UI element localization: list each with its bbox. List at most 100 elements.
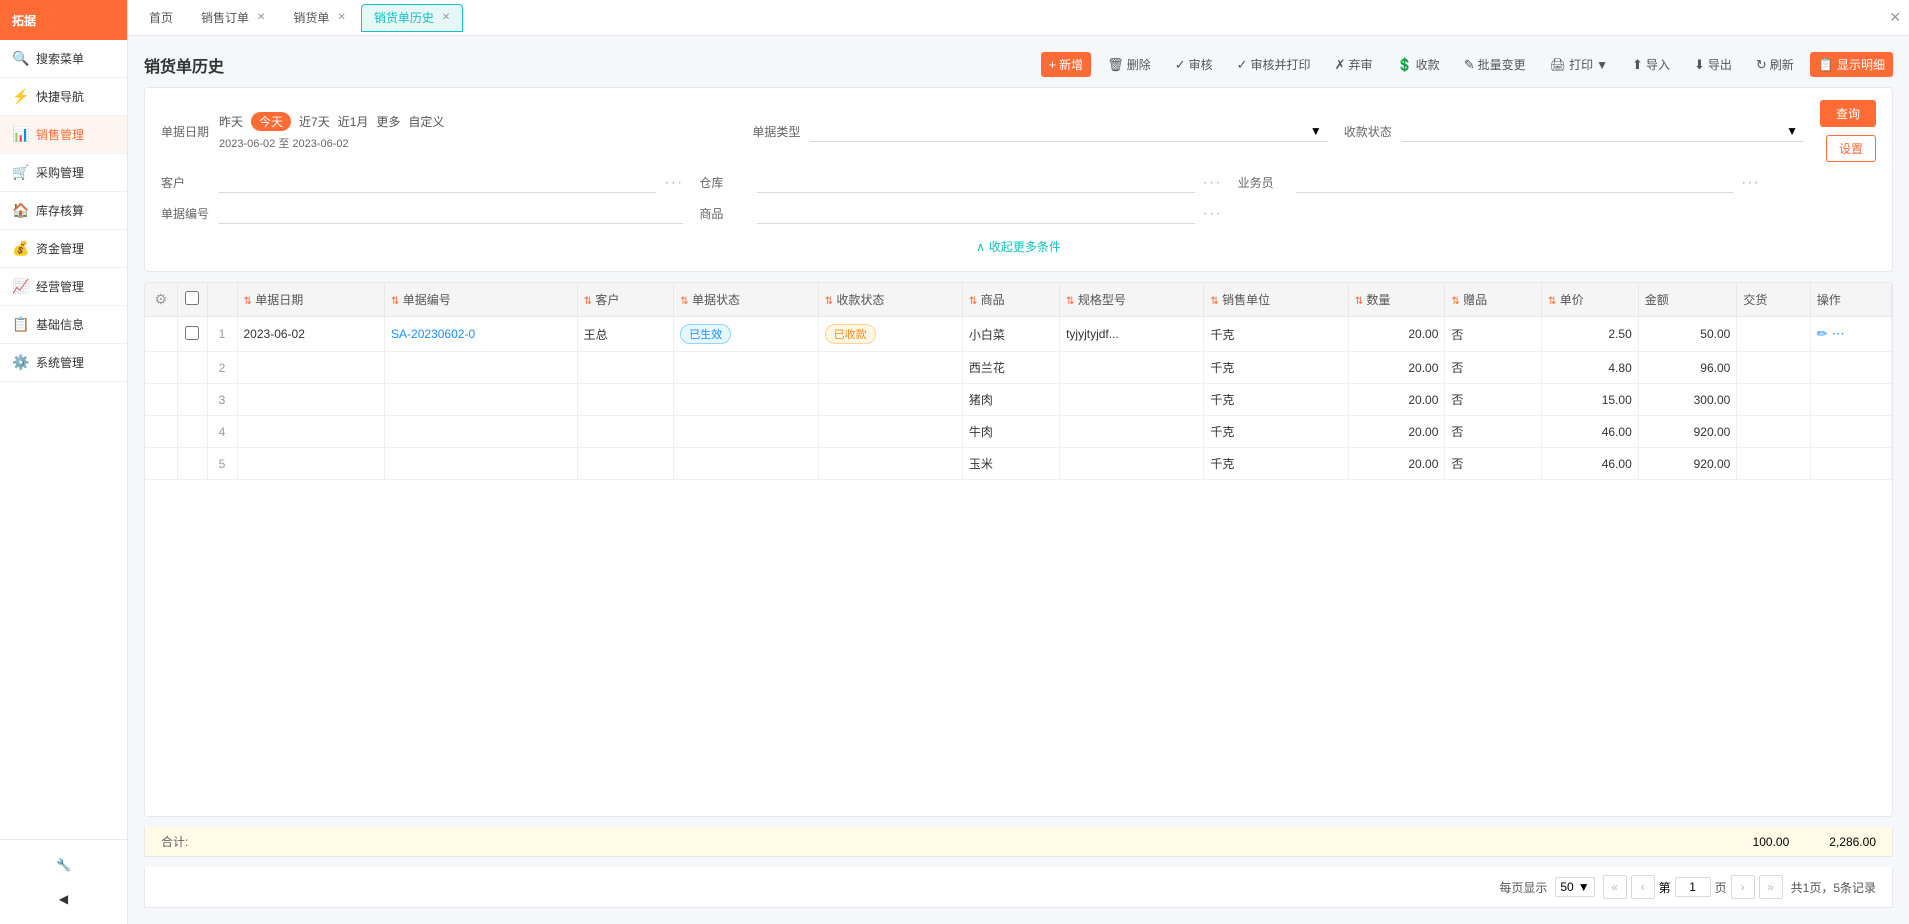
sidebar-item-quick-nav[interactable]: ⚡ 快捷导航 — [0, 78, 127, 116]
col-gift: ⇅ 赠品 — [1445, 283, 1542, 317]
sort-unit-icon[interactable]: ⇅ — [1210, 296, 1218, 307]
sidebar-collapse-btn[interactable]: ◀ — [0, 882, 127, 916]
row-qty: 20.00 — [1348, 416, 1445, 448]
goods-dots[interactable]: ··· — [1203, 205, 1222, 223]
goods-field: 商品 ··· — [699, 203, 1221, 224]
date-tab-custom[interactable]: 自定义 — [408, 113, 444, 130]
batch-change-button[interactable]: ✎ 批量变更 — [1456, 52, 1534, 77]
tab-close-sales-goods[interactable]: ✕ — [337, 12, 345, 23]
page-input[interactable] — [1675, 877, 1711, 897]
date-tab-7days[interactable]: 近7天 — [299, 113, 330, 130]
sidebar-item-basic-info[interactable]: 📋 基础信息 — [0, 306, 127, 344]
customer-dots[interactable]: ··· — [664, 174, 683, 192]
export-button[interactable]: ⬇ 导出 — [1686, 52, 1740, 77]
warehouse-input[interactable] — [757, 172, 1194, 193]
row-checkbox[interactable] — [185, 326, 199, 340]
inventory-icon: 🏠 — [12, 202, 28, 219]
sort-price-icon[interactable]: ⇅ — [1548, 296, 1556, 307]
row-checkbox-cell — [177, 416, 207, 448]
table-row: 4 牛肉 千克 20.00 否 46.00 920.00 — [145, 416, 1892, 448]
prev-page-btn[interactable]: ‹ — [1631, 875, 1655, 899]
print-icon: 🖨 — [1550, 57, 1567, 73]
query-button[interactable]: 查询 — [1820, 100, 1876, 127]
sort-payment-status-icon[interactable]: ⇅ — [825, 296, 833, 307]
sidebar-item-search-menu[interactable]: 🔍 搜索菜单 — [0, 40, 127, 78]
audit-button[interactable]: ✓ 审核 — [1167, 52, 1221, 77]
row-date — [237, 448, 385, 480]
date-tab-1month[interactable]: 近1月 — [338, 113, 369, 130]
setup-button[interactable]: 设置 — [1826, 135, 1876, 162]
col-date: ⇅ 单据日期 — [237, 283, 385, 317]
first-page-btn[interactable]: « — [1603, 875, 1627, 899]
edit-action-btn[interactable]: ✏ — [1817, 326, 1828, 342]
sidebar-item-sys-mgmt[interactable]: ⚙️ 系统管理 — [0, 344, 127, 382]
goods-input[interactable] — [757, 203, 1194, 224]
show-detail-button[interactable]: 📋 显示明细 — [1810, 52, 1893, 77]
sort-customer-icon[interactable]: ⇅ — [584, 296, 592, 307]
summary-total-amount: 2,286.00 — [1829, 835, 1876, 849]
row-num: 5 — [207, 448, 237, 480]
sidebar-item-purchase-mgmt[interactable]: 🛒 采购管理 — [0, 154, 127, 192]
refresh-button[interactable]: ↻ 刷新 — [1748, 52, 1802, 77]
payment-status-select[interactable]: ▼ — [1402, 121, 1804, 142]
row-gift: 否 — [1445, 416, 1542, 448]
last-page-btn[interactable]: » — [1759, 875, 1783, 899]
table-row: 5 玉米 千克 20.00 否 46.00 920.00 — [145, 448, 1892, 480]
sort-spec-icon[interactable]: ⇅ — [1066, 296, 1074, 307]
row-customer — [577, 384, 674, 416]
sidebar-item-operations[interactable]: 📈 经营管理 — [0, 268, 127, 306]
import-button[interactable]: ⬆ 导入 — [1624, 52, 1678, 77]
collapse-btn[interactable]: ∧ 收起更多条件 — [161, 234, 1876, 259]
staff-dots[interactable]: ··· — [1741, 174, 1760, 192]
next-page-btn[interactable]: › — [1731, 875, 1755, 899]
sales-mgmt-icon: 📊 — [12, 126, 28, 143]
doc-no-link[interactable]: SA-20230602-0 — [391, 327, 475, 341]
staff-input[interactable] — [1296, 172, 1733, 193]
warehouse-label: 仓库 — [699, 174, 749, 191]
customer-input[interactable] — [219, 172, 656, 193]
doc-type-select[interactable]: ▼ — [810, 121, 1327, 142]
sidebar-settings-btn[interactable]: 🔧 — [0, 848, 127, 882]
sort-doc-status-icon[interactable]: ⇅ — [680, 296, 688, 307]
summary-label: 合计: — [161, 833, 188, 850]
row-date: 2023-06-02 — [237, 317, 385, 352]
refresh-icon: ↻ — [1756, 57, 1767, 73]
tab-close-sales-order[interactable]: ✕ — [257, 12, 265, 23]
tab-sales-history[interactable]: 销货单历史 ✕ — [361, 4, 463, 32]
audit-print-button[interactable]: ✓ 审核并打印 — [1229, 52, 1319, 77]
doc-no-input[interactable] — [219, 203, 683, 224]
page-size-select[interactable]: 50 ▼ — [1555, 877, 1594, 897]
date-tab-more[interactable]: 更多 — [376, 113, 400, 130]
table-row: 1 2023-06-02 SA-20230602-0 王总 已生效 已收款 小白… — [145, 317, 1892, 352]
row-deal — [1737, 352, 1810, 384]
sidebar-item-finance[interactable]: 💰 资金管理 — [0, 230, 127, 268]
delete-button[interactable]: 🗑 删除 — [1099, 52, 1159, 77]
tab-home[interactable]: 首页 — [136, 4, 186, 32]
collect-button[interactable]: 💲 收款 — [1388, 52, 1447, 77]
more-action-btn[interactable]: ⋯ — [1832, 326, 1845, 342]
date-tab-today[interactable]: 今天 — [251, 112, 291, 131]
print-button[interactable]: 🖨 打印 ▼ — [1542, 52, 1616, 77]
sort-date-icon[interactable]: ⇅ — [244, 296, 252, 307]
date-tab-yesterday[interactable]: 昨天 — [219, 113, 243, 130]
new-button[interactable]: + 新增 — [1041, 52, 1092, 77]
tab-close-sales-history[interactable]: ✕ — [442, 12, 450, 23]
page-label-pre: 第 — [1659, 879, 1671, 896]
warehouse-dots[interactable]: ··· — [1203, 174, 1222, 192]
staff-field: 业务员 ··· — [1238, 172, 1760, 193]
sys-mgmt-icon: ⚙️ — [12, 354, 28, 371]
row-price: 15.00 — [1542, 384, 1639, 416]
table-gear-icon[interactable]: ⚙ — [154, 291, 167, 307]
select-all-checkbox[interactable] — [185, 291, 199, 305]
sort-goods-icon[interactable]: ⇅ — [969, 296, 977, 307]
sidebar-item-inventory[interactable]: 🏠 库存核算 — [0, 192, 127, 230]
tab-sales-goods[interactable]: 销货单 ✕ — [280, 4, 358, 32]
sort-gift-icon[interactable]: ⇅ — [1451, 296, 1459, 307]
sort-qty-icon[interactable]: ⇅ — [1355, 296, 1363, 307]
sort-doc-no-icon[interactable]: ⇅ — [391, 296, 399, 307]
tab-sales-order[interactable]: 销售订单 ✕ — [188, 4, 278, 32]
row-deal — [1737, 384, 1810, 416]
abandon-button[interactable]: ✗ 弃审 — [1327, 52, 1381, 77]
sidebar-item-sales-mgmt[interactable]: 📊 销售管理 — [0, 116, 127, 154]
tab-close-all[interactable]: ✕ — [1889, 9, 1901, 26]
